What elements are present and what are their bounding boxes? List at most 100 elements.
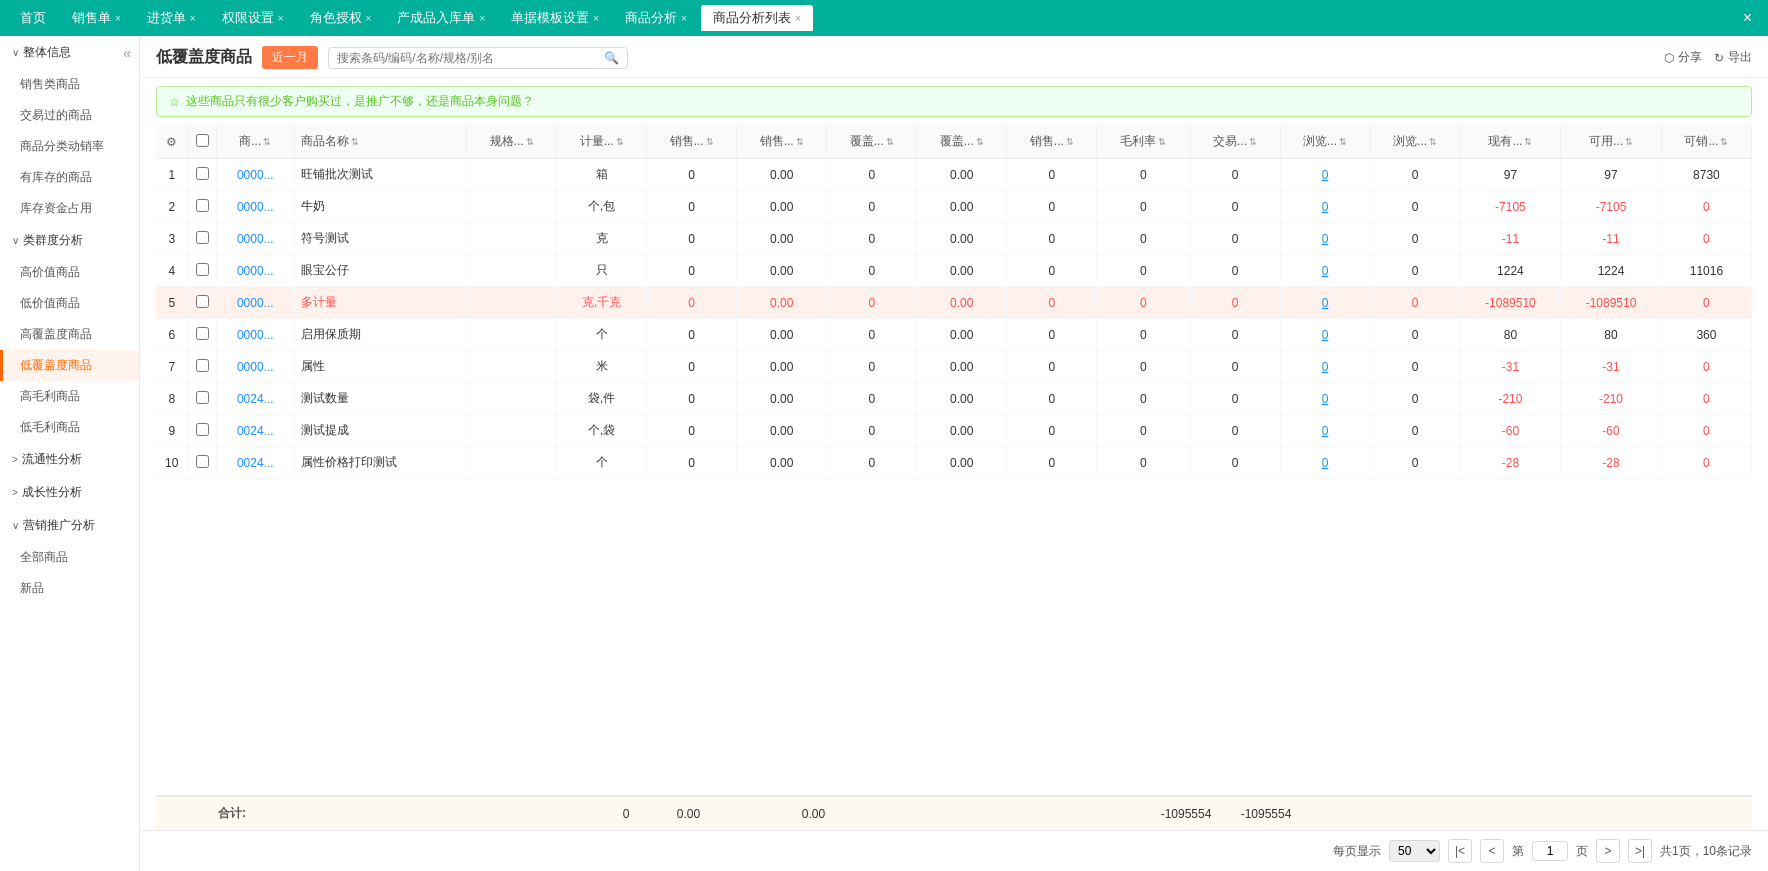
th-browse2[interactable]: 浏览...⇅ xyxy=(1370,125,1460,159)
row-checkbox[interactable] xyxy=(196,455,209,468)
sidebar-collapse-btn[interactable]: « xyxy=(123,45,139,61)
nav-products[interactable]: 产成品入库单× xyxy=(385,5,497,31)
cell-browse1[interactable]: 0 xyxy=(1280,255,1370,287)
th-name[interactable]: 商品名称⇅ xyxy=(294,125,466,159)
row-checkbox[interactable] xyxy=(196,231,209,244)
cell-browse1[interactable]: 0 xyxy=(1280,447,1370,479)
nav-analysis[interactable]: 商品分析× xyxy=(613,5,699,31)
cell-browse1[interactable]: 0 xyxy=(1280,223,1370,255)
sidebar-item-low-profit[interactable]: 低毛利商品 xyxy=(0,412,139,443)
cell-unit: 克 xyxy=(557,223,647,255)
th-code[interactable]: 商...⇅ xyxy=(216,125,294,159)
search-input[interactable] xyxy=(337,51,598,65)
th-settings[interactable]: ⚙ xyxy=(156,125,188,159)
cell-browse1[interactable]: 0 xyxy=(1280,415,1370,447)
cell-browse1[interactable]: 0 xyxy=(1280,319,1370,351)
th-current[interactable]: 现有...⇅ xyxy=(1460,125,1561,159)
sidebar-item-new-goods[interactable]: 新品 xyxy=(0,573,139,604)
cell-checkbox[interactable] xyxy=(188,191,216,223)
next-page-button[interactable]: > xyxy=(1596,839,1620,863)
th-saleable[interactable]: 可销...⇅ xyxy=(1661,125,1751,159)
select-all-checkbox[interactable] xyxy=(196,134,209,147)
row-checkbox[interactable] xyxy=(196,327,209,340)
th-spec[interactable]: 规格...⇅ xyxy=(467,125,557,159)
cell-checkbox[interactable] xyxy=(188,287,216,319)
cell-checkbox[interactable] xyxy=(188,319,216,351)
th-gross[interactable]: 毛利率⇅ xyxy=(1097,125,1190,159)
th-cover2[interactable]: 覆盖...⇅ xyxy=(917,125,1007,159)
cell-checkbox[interactable] xyxy=(188,415,216,447)
nav-template[interactable]: 单据模板设置× xyxy=(499,5,611,31)
sidebar-item-low-value[interactable]: 低价值商品 xyxy=(0,288,139,319)
nav-role[interactable]: 角色授权× xyxy=(298,5,384,31)
sidebar-item-high-profit[interactable]: 高毛利商品 xyxy=(0,381,139,412)
cell-browse1[interactable]: 0 xyxy=(1280,191,1370,223)
search-icon[interactable]: 🔍 xyxy=(604,51,619,65)
prev-page-button[interactable]: < xyxy=(1480,839,1504,863)
nav-template-close[interactable]: × xyxy=(593,13,599,24)
th-available[interactable]: 可用...⇅ xyxy=(1561,125,1662,159)
nav-analysis-close[interactable]: × xyxy=(681,13,687,24)
cell-checkbox[interactable] xyxy=(188,447,216,479)
sidebar-item-all-goods[interactable]: 全部商品 xyxy=(0,542,139,573)
time-filter-button[interactable]: 近一月 xyxy=(262,46,318,69)
th-sales3[interactable]: 销售...⇅ xyxy=(1007,125,1097,159)
nav-permission-close[interactable]: × xyxy=(278,13,284,24)
th-unit[interactable]: 计量...⇅ xyxy=(557,125,647,159)
row-checkbox[interactable] xyxy=(196,295,209,308)
nav-analysis-list-close[interactable]: × xyxy=(795,13,801,24)
last-page-button[interactable]: >| xyxy=(1628,839,1652,863)
nav-analysis-list[interactable]: 商品分析列表× xyxy=(701,5,813,31)
sidebar-item-category-rate[interactable]: 商品分类动销率 xyxy=(0,131,139,162)
nav-role-close[interactable]: × xyxy=(366,13,372,24)
cell-browse1[interactable]: 0 xyxy=(1280,351,1370,383)
th-cover1[interactable]: 覆盖...⇅ xyxy=(827,125,917,159)
settings-icon[interactable]: ⚙ xyxy=(166,135,177,149)
nav-sales[interactable]: 销售单× xyxy=(60,5,133,31)
cell-browse1[interactable]: 0 xyxy=(1280,287,1370,319)
sidebar-section-flow[interactable]: > 流通性分析 xyxy=(0,443,139,476)
nav-products-close[interactable]: × xyxy=(479,13,485,24)
sidebar-item-sales-goods[interactable]: 销售类商品 xyxy=(0,69,139,100)
per-page-select[interactable]: 50 100 200 xyxy=(1389,840,1440,862)
row-checkbox[interactable] xyxy=(196,359,209,372)
sidebar-section-overall[interactable]: ∨ 整体信息 xyxy=(0,36,83,69)
sidebar-section-cluster[interactable]: ∨ 类群度分析 xyxy=(0,224,139,257)
cell-checkbox[interactable] xyxy=(188,351,216,383)
nav-sales-close[interactable]: × xyxy=(115,13,121,24)
sidebar-item-low-cover[interactable]: 低覆盖度商品 xyxy=(0,350,139,381)
sidebar-item-high-cover[interactable]: 高覆盖度商品 xyxy=(0,319,139,350)
cell-browse1[interactable]: 0 xyxy=(1280,159,1370,191)
sidebar-item-in-stock[interactable]: 有库存的商品 xyxy=(0,162,139,193)
row-checkbox[interactable] xyxy=(196,199,209,212)
nav-purchase[interactable]: 进货单× xyxy=(135,5,208,31)
row-checkbox[interactable] xyxy=(196,167,209,180)
nav-home[interactable]: 首页 xyxy=(8,5,58,31)
sidebar-item-capital[interactable]: 库存资金占用 xyxy=(0,193,139,224)
th-transaction[interactable]: 交易...⇅ xyxy=(1190,125,1280,159)
page-number-input[interactable] xyxy=(1532,841,1568,861)
share-button[interactable]: ⬡ 分享 xyxy=(1664,49,1702,66)
cell-checkbox[interactable] xyxy=(188,255,216,287)
sidebar-item-high-value[interactable]: 高价值商品 xyxy=(0,257,139,288)
sidebar-section-growth[interactable]: > 成长性分析 xyxy=(0,476,139,509)
th-sales-qty[interactable]: 销售...⇅ xyxy=(647,125,737,159)
row-checkbox[interactable] xyxy=(196,423,209,436)
cell-checkbox[interactable] xyxy=(188,383,216,415)
nav-permission[interactable]: 权限设置× xyxy=(210,5,296,31)
row-checkbox[interactable] xyxy=(196,263,209,276)
th-checkbox[interactable] xyxy=(188,125,216,159)
sidebar-section-marketing[interactable]: ∨ 营销推广分析 xyxy=(0,509,139,542)
close-all-tabs[interactable]: × xyxy=(1735,9,1760,27)
sidebar-item-traded[interactable]: 交易过的商品 xyxy=(0,100,139,131)
nav-purchase-close[interactable]: × xyxy=(190,13,196,24)
first-page-button[interactable]: |< xyxy=(1448,839,1472,863)
cell-checkbox[interactable] xyxy=(188,159,216,191)
th-sales-amt[interactable]: 销售...⇅ xyxy=(737,125,827,159)
cell-spec xyxy=(467,351,557,383)
export-button[interactable]: ↻ 导出 xyxy=(1714,49,1752,66)
row-checkbox[interactable] xyxy=(196,391,209,404)
th-browse1[interactable]: 浏览...⇅ xyxy=(1280,125,1370,159)
cell-checkbox[interactable] xyxy=(188,223,216,255)
cell-browse1[interactable]: 0 xyxy=(1280,383,1370,415)
